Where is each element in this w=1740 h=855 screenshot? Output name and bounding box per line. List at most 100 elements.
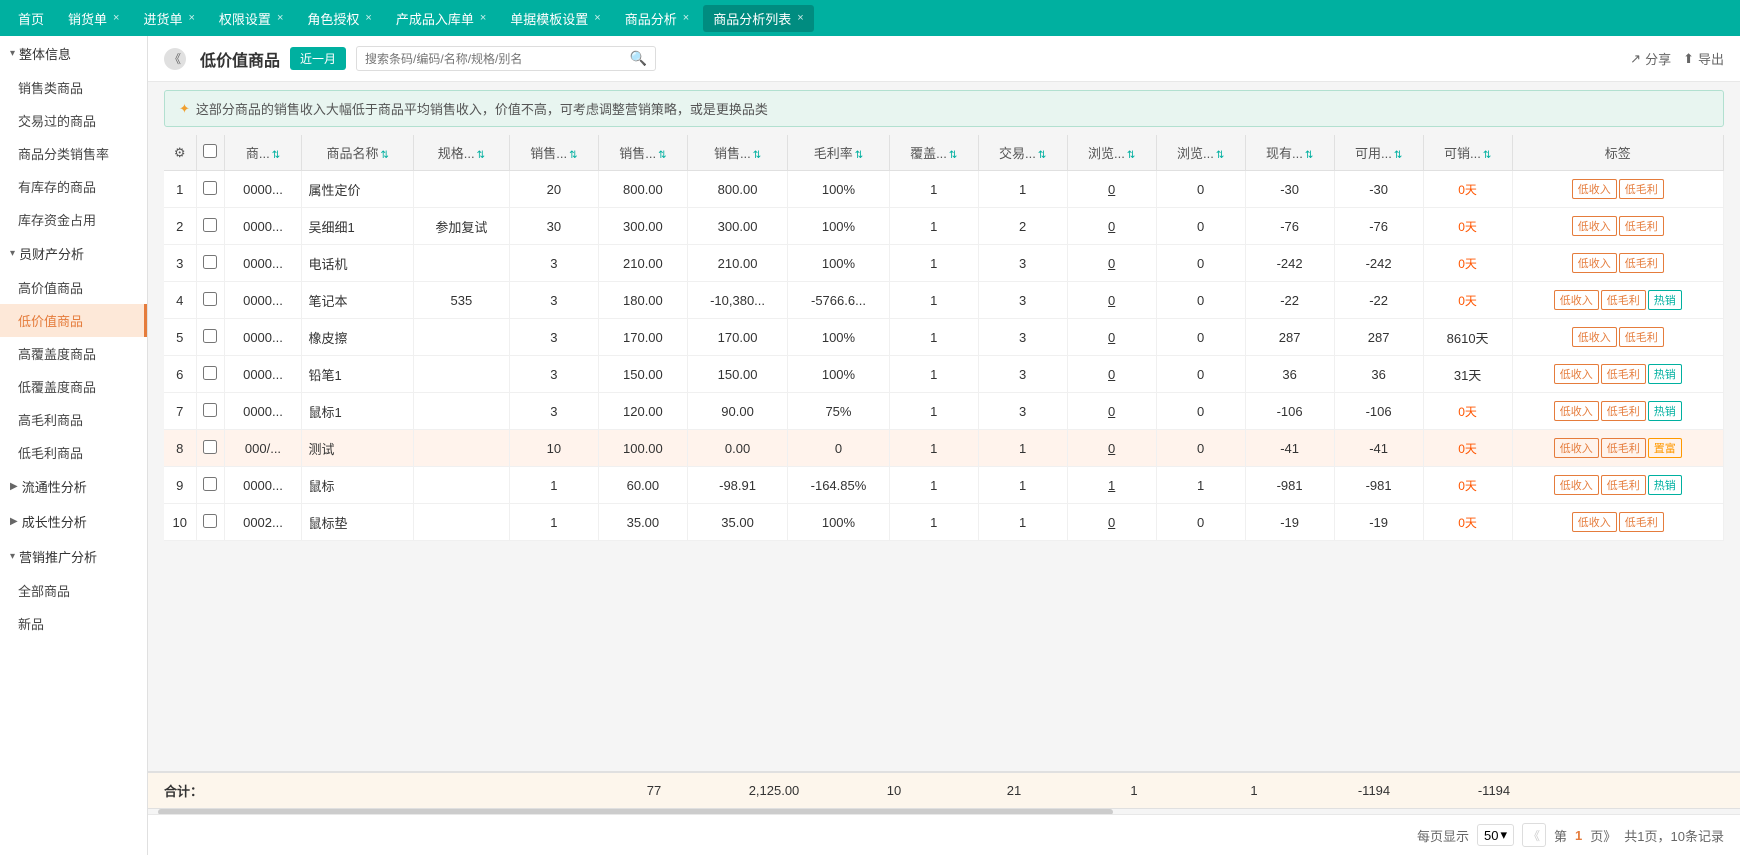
cell-sales-price: 800.00 [598, 171, 687, 208]
cell-checkbox [196, 245, 224, 282]
sidebar-item-all-products[interactable]: 全部商品 [0, 574, 147, 607]
sidebar-item-low-margin[interactable]: 低毛利商品 [0, 436, 147, 469]
sidebar-item-stock-capital[interactable]: 库存资金占用 [0, 203, 147, 236]
cell-num: 6 [164, 356, 196, 393]
summary-sales-qty: 77 [624, 783, 684, 798]
nav-template[interactable]: 单据模板设置 × [500, 5, 610, 32]
cell-browse1-link[interactable]: 0 [1108, 182, 1115, 197]
cell-margin: 100% [788, 356, 889, 393]
nav-purchase[interactable]: 进货单 × [133, 5, 204, 32]
table-wrapper[interactable]: ⚙ 商...⇅ 商品名称⇅ 规格...⇅ 销售...⇅ 销售...⇅ 销售...… [148, 135, 1740, 771]
cell-trade: 3 [978, 356, 1067, 393]
col-tag-header: 标签 [1512, 135, 1723, 171]
nav-roles-close[interactable]: × [365, 12, 371, 24]
cell-sales-qty: 10 [509, 430, 598, 467]
cell-sales-qty: 20 [509, 171, 598, 208]
cell-trade: 3 [978, 319, 1067, 356]
sidebar-item-high-coverage[interactable]: 高覆盖度商品 [0, 337, 147, 370]
search-icon[interactable]: 🔍 [630, 50, 647, 67]
col-checkbox [196, 135, 224, 171]
cell-coverage: 1 [889, 245, 978, 282]
settings-icon[interactable]: ⚙ [174, 145, 186, 160]
sidebar-item-category-rate[interactable]: 商品分类销售率 [0, 137, 147, 170]
cell-tags: 低收入低毛利 [1512, 319, 1723, 356]
row-checkbox[interactable] [203, 181, 217, 195]
cell-name: 吴细细1 [302, 208, 413, 245]
nav-template-close[interactable]: × [594, 12, 600, 24]
summary-coverage: 10 [864, 783, 924, 798]
nav-analysis-list-close[interactable]: × [797, 12, 803, 24]
select-all-checkbox[interactable] [203, 144, 217, 158]
nav-purchase-close[interactable]: × [188, 12, 194, 24]
sidebar-item-sales-products[interactable]: 销售类商品 [0, 71, 147, 104]
cell-browse1-link[interactable]: 0 [1108, 441, 1115, 456]
cell-browse1-link[interactable]: 1 [1108, 478, 1115, 493]
row-checkbox[interactable] [203, 255, 217, 269]
row-checkbox[interactable] [203, 329, 217, 343]
nav-inventory[interactable]: 产成品入库单 × [386, 5, 496, 32]
row-checkbox[interactable] [203, 366, 217, 380]
nav-permissions-close[interactable]: × [277, 12, 283, 24]
nav-home[interactable]: 首页 [8, 5, 54, 32]
cell-browse1-link[interactable]: 0 [1108, 515, 1115, 530]
sidebar-item-high-margin[interactable]: 高毛利商品 [0, 403, 147, 436]
table-row: 100002...鼠标垫135.0035.00100%1100-19-190天低… [164, 504, 1724, 541]
cell-spec: 535 [413, 282, 509, 319]
cell-browse1-link[interactable]: 0 [1108, 219, 1115, 234]
collapse-sidebar-btn[interactable]: 《 [164, 48, 186, 70]
sidebar-item-traded-products[interactable]: 交易过的商品 [0, 104, 147, 137]
per-page-select[interactable]: 50 ▾ [1477, 824, 1514, 846]
prev-page-btn[interactable]: 《 [1522, 823, 1546, 847]
row-checkbox[interactable] [203, 218, 217, 232]
row-checkbox[interactable] [203, 403, 217, 417]
summary-browse1: 1 [1104, 783, 1164, 798]
cell-browse1-link[interactable]: 0 [1108, 404, 1115, 419]
col-settings[interactable]: ⚙ [164, 135, 196, 171]
export-btn[interactable]: ⬆ 导出 [1683, 49, 1724, 68]
sidebar-group-flow[interactable]: ▶ 流通性分析 [0, 469, 147, 504]
cell-browse1-link[interactable]: 0 [1108, 293, 1115, 308]
cell-coverage: 1 [889, 430, 978, 467]
nav-analysis-close[interactable]: × [683, 12, 689, 24]
top-nav: 首页 销货单 × 进货单 × 权限设置 × 角色授权 × 产成品入库单 × 单据… [0, 0, 1740, 36]
sidebar-item-low-value[interactable]: 低价值商品 [0, 304, 147, 337]
col-current-header: 现有...⇅ [1245, 135, 1334, 171]
filter-recent-month-btn[interactable]: 近一月 [290, 47, 346, 70]
cell-coverage: 1 [889, 208, 978, 245]
nav-inventory-close[interactable]: × [480, 12, 486, 24]
tag-badge: 低收入 [1572, 253, 1617, 273]
cell-spec [413, 393, 509, 430]
col-browse2-header: 浏览...⇅ [1156, 135, 1245, 171]
sidebar-group-overview[interactable]: ▾ 整体信息 [0, 36, 147, 71]
cell-browse1: 0 [1067, 171, 1156, 208]
nav-analysis[interactable]: 商品分析 × [615, 5, 699, 32]
sidebar-group-financial[interactable]: ▾ 员财产分析 [0, 236, 147, 271]
cell-code: 0000... [224, 245, 302, 282]
sidebar-item-new-products[interactable]: 新品 [0, 607, 147, 640]
row-checkbox[interactable] [203, 292, 217, 306]
tag-badge: 低毛利 [1619, 216, 1664, 236]
cell-browse1-link[interactable]: 0 [1108, 330, 1115, 345]
nav-analysis-list[interactable]: 商品分析列表 × [703, 5, 813, 32]
row-checkbox[interactable] [203, 514, 217, 528]
nav-permissions[interactable]: 权限设置 × [209, 5, 293, 32]
row-checkbox[interactable] [203, 477, 217, 491]
cell-browse1-link[interactable]: 0 [1108, 256, 1115, 271]
cell-trade: 1 [978, 467, 1067, 504]
cell-browse1: 0 [1067, 504, 1156, 541]
col-available-header: 可用...⇅ [1334, 135, 1423, 171]
sidebar-group-growth[interactable]: ▶ 成长性分析 [0, 504, 147, 539]
sidebar-group-marketing[interactable]: ▾ 营销推广分析 [0, 539, 147, 574]
sidebar-item-low-coverage[interactable]: 低覆盖度商品 [0, 370, 147, 403]
nav-sales-close[interactable]: × [113, 12, 119, 24]
sidebar-item-high-value[interactable]: 高价值商品 [0, 271, 147, 304]
cell-tags: 低收入低毛利置富 [1512, 430, 1723, 467]
sidebar-item-stock-products[interactable]: 有库存的商品 [0, 170, 147, 203]
nav-roles[interactable]: 角色授权 × [297, 5, 381, 32]
nav-sales[interactable]: 销货单 × [58, 5, 129, 32]
search-input[interactable] [365, 52, 624, 66]
share-btn[interactable]: ↗ 分享 [1630, 49, 1671, 68]
tag-badge: 低毛利 [1619, 253, 1664, 273]
cell-browse1-link[interactable]: 0 [1108, 367, 1115, 382]
row-checkbox[interactable] [203, 440, 217, 454]
